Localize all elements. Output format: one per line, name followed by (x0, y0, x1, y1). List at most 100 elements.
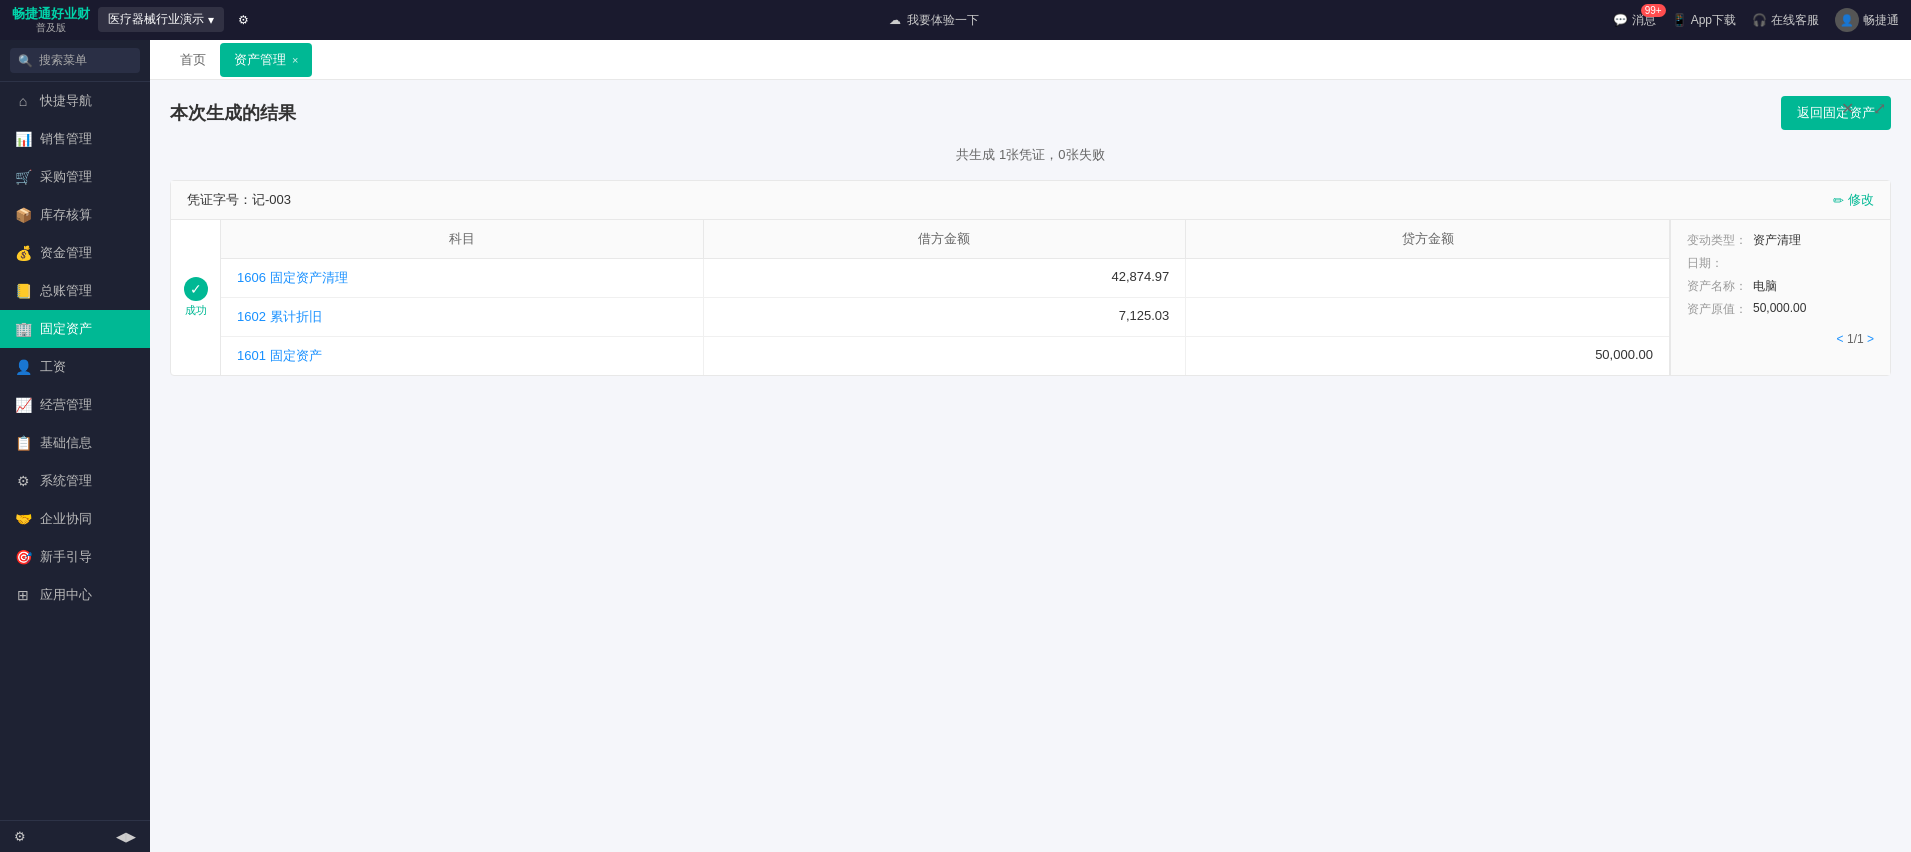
success-label: 成功 (185, 303, 207, 318)
tab-assets_mgmt[interactable]: 资产管理× (220, 43, 312, 77)
sidebar-item-guide[interactable]: 🎯 新手引导 (0, 538, 150, 576)
col-credit: 贷方金额 (1186, 220, 1669, 258)
asset-name-row: 资产名称： 电脑 (1687, 278, 1874, 295)
credit-cell-1 (1186, 298, 1669, 336)
guide-icon: 🎯 (14, 548, 32, 566)
tab-home[interactable]: 首页 (166, 43, 220, 77)
sidebar-label-guide: 新手引导 (40, 548, 92, 566)
fixed_assets-icon: 🏢 (14, 320, 32, 338)
company-selector[interactable]: 医疗器械行业演示 ▾ (98, 7, 224, 32)
sidebar-label-purchase: 采购管理 (40, 168, 92, 186)
change-type-row: 变动类型： 资产清理 (1687, 232, 1874, 249)
operations-icon: 📈 (14, 396, 32, 414)
table-row: 1601 固定资产 50,000.00 (221, 337, 1669, 375)
online-service-label: 在线客服 (1771, 12, 1819, 29)
voucher-number: 凭证字号：记-003 (187, 191, 291, 209)
edit-icon: ✏ (1833, 193, 1844, 208)
sidebar-label-salary: 工资 (40, 358, 66, 376)
voucher-table-wrap: ✓ 成功 科目 借方金额 贷方金额 1606 固定资产清理 42,874.97 (171, 220, 1890, 375)
tab-close-assets_mgmt[interactable]: × (292, 54, 298, 66)
voucher-rows: 1606 固定资产清理 42,874.97 1602 累计折旧 7,125.03… (221, 259, 1669, 375)
user-area[interactable]: 👤 畅捷通 (1835, 8, 1899, 32)
sidebar-item-ledger[interactable]: 📒 总账管理 (0, 272, 150, 310)
sidebar-search-area: 🔍 搜索菜单 (0, 40, 150, 82)
sidebar-label-inventory: 库存核算 (40, 206, 92, 224)
pagination: < 1/1 > (1687, 324, 1874, 354)
enterprise-icon: 🤝 (14, 510, 32, 528)
sidebar-label-enterprise: 企业协同 (40, 510, 92, 528)
inventory-icon: 📦 (14, 206, 32, 224)
sidebar-item-inventory[interactable]: 📦 库存核算 (0, 196, 150, 234)
page-header: 本次生成的结果 返回固定资产 (170, 96, 1891, 130)
voucher-table: 科目 借方金额 贷方金额 1606 固定资产清理 42,874.97 1602 … (221, 220, 1670, 375)
settings-btn[interactable]: ⚙ (232, 9, 255, 31)
message-btn[interactable]: 💬 消息 99+ (1613, 12, 1656, 29)
sidebar-item-enterprise[interactable]: 🤝 企业协同 (0, 500, 150, 538)
sidebar-footer: ⚙ ◀▶ (0, 820, 150, 852)
sidebar-item-basic[interactable]: 📋 基础信息 (0, 424, 150, 462)
asset-value-label: 资产原值： (1687, 301, 1747, 318)
sidebar-item-home[interactable]: ⌂ 快捷导航 (0, 82, 150, 120)
sidebar-item-apps[interactable]: ⊞ 应用中心 (0, 576, 150, 614)
message-icon: 💬 (1613, 13, 1628, 27)
app-download-btn[interactable]: 📱 App下载 (1672, 12, 1736, 29)
success-status: ✓ 成功 (171, 220, 221, 375)
credit-cell-2: 50,000.00 (1186, 337, 1669, 375)
page-content: ✕ ⤢ 本次生成的结果 返回固定资产 共生成 1张凭证，0张失败 凭证字号：记-… (150, 80, 1911, 852)
basic-icon: 📋 (14, 434, 32, 452)
close-panel-btn[interactable]: ✕ (1835, 96, 1859, 120)
search-menu-btn[interactable]: 🔍 搜索菜单 (10, 48, 140, 73)
sales-icon: 📊 (14, 130, 32, 148)
purchase-icon: 🛒 (14, 168, 32, 186)
system-icon: ⚙ (14, 472, 32, 490)
next-page-btn[interactable]: > (1867, 332, 1874, 346)
col-subject: 科目 (221, 220, 704, 258)
date-label: 日期： (1687, 255, 1723, 272)
date-row: 日期： (1687, 255, 1874, 272)
table-row: 1606 固定资产清理 42,874.97 (221, 259, 1669, 298)
subject-cell-0[interactable]: 1606 固定资产清理 (221, 259, 704, 297)
change-type-value: 资产清理 (1753, 232, 1801, 249)
sidebar-label-home: 快捷导航 (40, 92, 92, 110)
sidebar-item-purchase[interactable]: 🛒 采购管理 (0, 158, 150, 196)
expand-panel-btn[interactable]: ⤢ (1867, 96, 1891, 120)
voucher-header: 凭证字号：记-003 ✏ 修改 (171, 181, 1890, 220)
sidebar-item-fixed_assets[interactable]: 🏢 固定资产 (0, 310, 150, 348)
cloud-icon: ☁ (889, 13, 901, 27)
sidebar-label-system: 系统管理 (40, 472, 92, 490)
sidebar-item-salary[interactable]: 👤 工资 (0, 348, 150, 386)
collapse-icon[interactable]: ◀▶ (116, 829, 136, 844)
asset-name-label: 资产名称： (1687, 278, 1747, 295)
ledger-icon: 📒 (14, 282, 32, 300)
online-service-btn[interactable]: 🎧 在线客服 (1752, 12, 1819, 29)
download-icon: 📱 (1672, 13, 1687, 27)
app-download-label: App下载 (1691, 12, 1736, 29)
page-title: 本次生成的结果 (170, 101, 296, 125)
sidebar-item-finance[interactable]: 💰 资金管理 (0, 234, 150, 272)
subject-cell-2[interactable]: 1601 固定资产 (221, 337, 704, 375)
col-debit: 借方金额 (704, 220, 1187, 258)
salary-icon: 👤 (14, 358, 32, 376)
sidebar-item-system[interactable]: ⚙ 系统管理 (0, 462, 150, 500)
subject-cell-1[interactable]: 1602 累计折旧 (221, 298, 704, 336)
sidebar-item-sales[interactable]: 📊 销售管理 (0, 120, 150, 158)
tabs-bar: 首页资产管理× (150, 40, 1911, 80)
edit-voucher-btn[interactable]: ✏ 修改 (1833, 191, 1874, 209)
main-layout: 🔍 搜索菜单 ⌂ 快捷导航 📊 销售管理 🛒 采购管理 📦 库存核算 💰 资金管… (0, 40, 1911, 852)
page-indicator: 1/1 (1847, 332, 1867, 346)
header-center: ☁ 我要体验一下 (889, 12, 979, 29)
sidebar-label-ledger: 总账管理 (40, 282, 92, 300)
logo-sub: 普及版 (36, 22, 66, 33)
credit-cell-0 (1186, 259, 1669, 297)
check-circle-icon: ✓ (184, 277, 208, 301)
trial-label: 我要体验一下 (907, 12, 979, 29)
prev-page-btn[interactable]: < (1837, 332, 1844, 346)
sidebar-label-fixed_assets: 固定资产 (40, 320, 92, 338)
change-type-label: 变动类型： (1687, 232, 1747, 249)
apps-icon: ⊞ (14, 586, 32, 604)
settings-icon[interactable]: ⚙ (14, 829, 26, 844)
logo: 畅捷通好业财 普及版 (12, 7, 90, 32)
sidebar-item-operations[interactable]: 📈 经营管理 (0, 386, 150, 424)
message-badge: 99+ (1641, 4, 1666, 17)
side-info-panel: 变动类型： 资产清理 日期： 资产名称： 电脑 资产原值： (1670, 220, 1890, 375)
